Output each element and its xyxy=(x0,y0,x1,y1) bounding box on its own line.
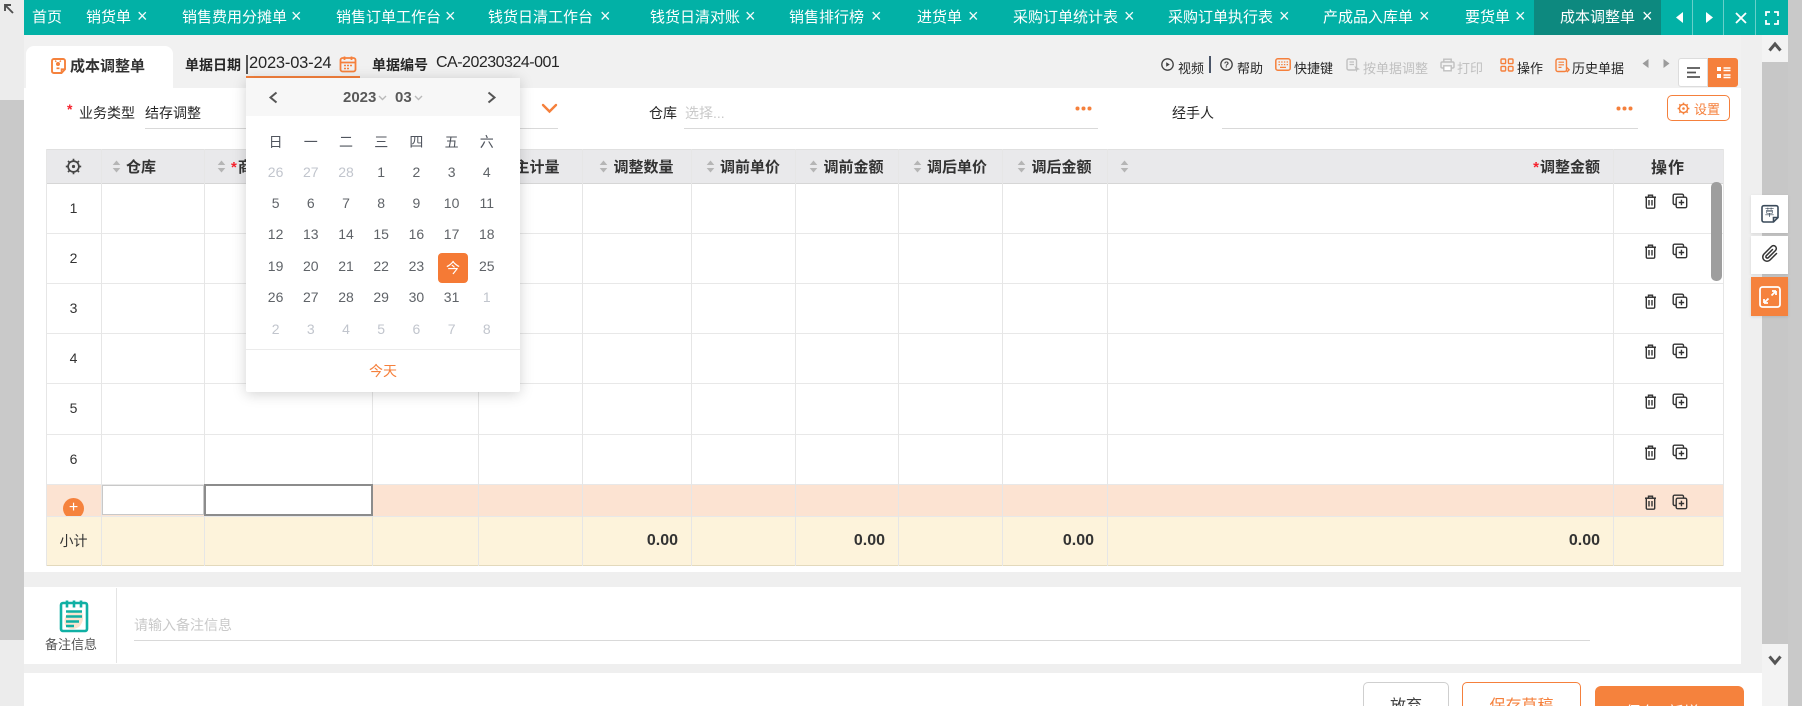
svg-text:草: 草 xyxy=(1764,205,1774,219)
svg-text:?: ? xyxy=(1224,60,1229,70)
